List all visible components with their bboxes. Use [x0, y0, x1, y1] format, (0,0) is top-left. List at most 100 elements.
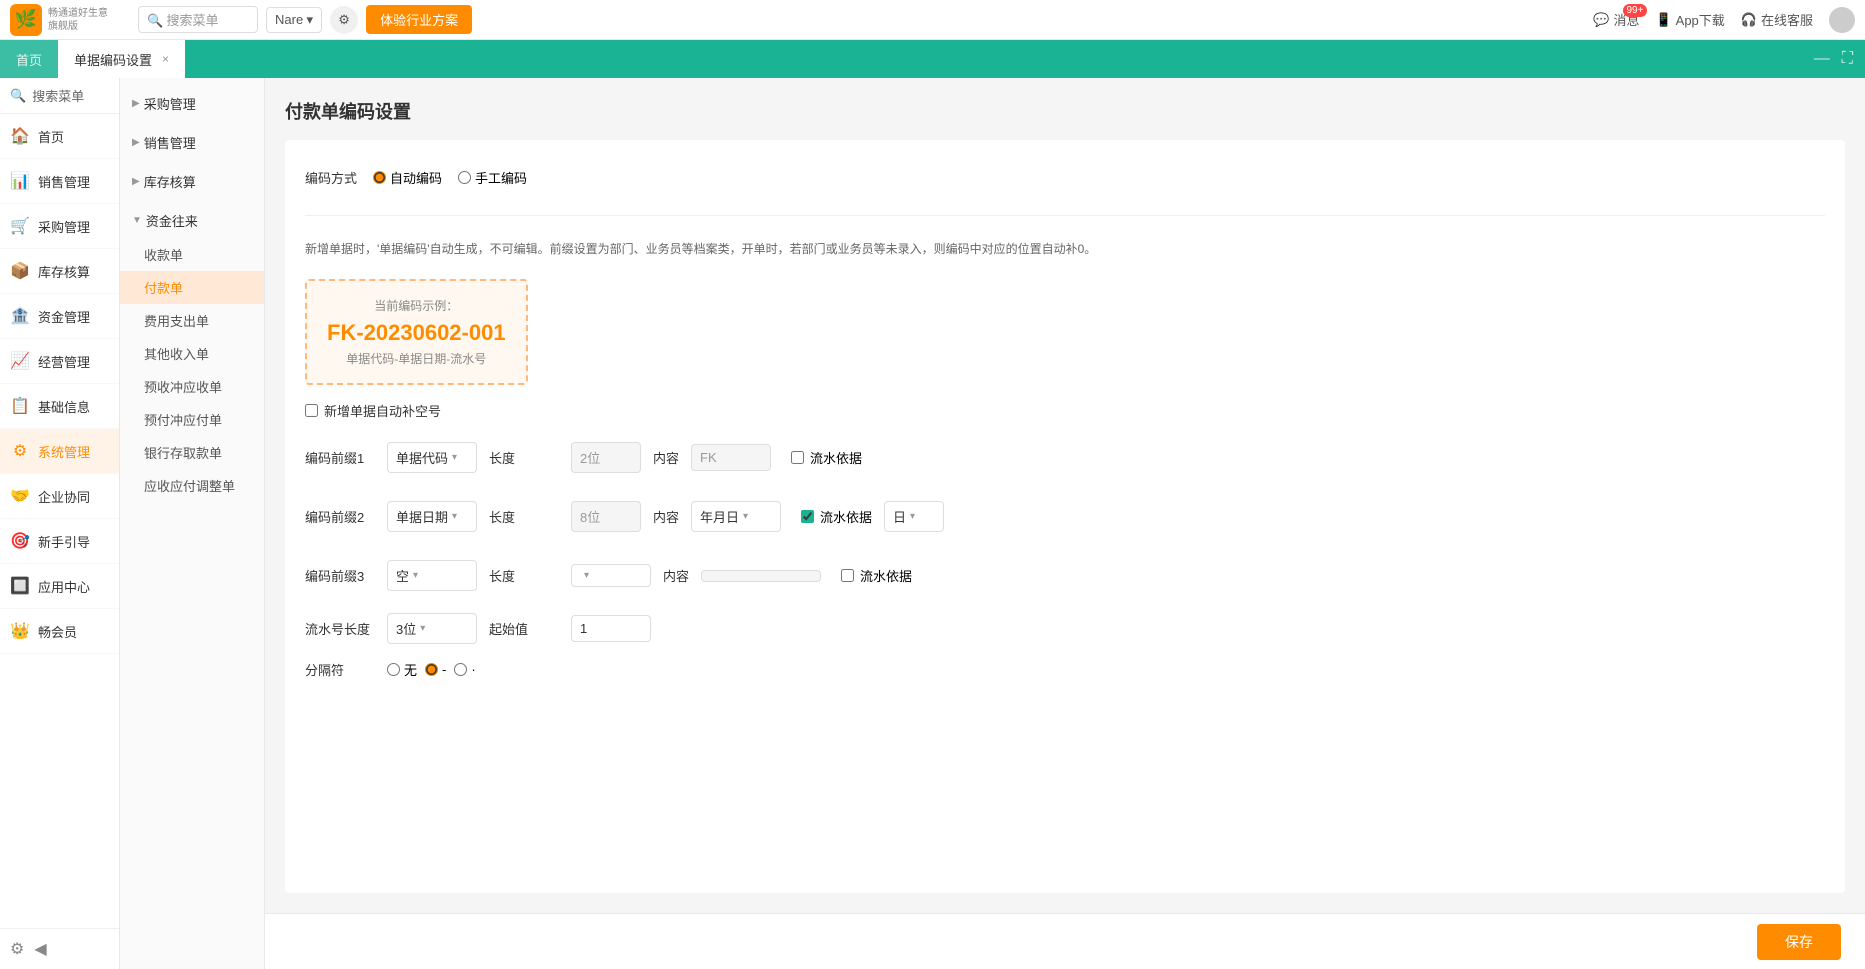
sub-group-sales-header[interactable]: ▶ 销售管理 — [120, 125, 264, 160]
sidebar-item-operation[interactable]: 📈 经营管理 — [0, 339, 119, 384]
trial-button[interactable]: 体验行业方案 — [366, 5, 472, 34]
prefix2-content-select[interactable]: 年月日 ▾ — [691, 501, 781, 532]
serial-row: 流水号长度 3位 ▾ 起始值 1 — [305, 613, 1825, 644]
manual-encode-option[interactable]: 手工编码 — [458, 168, 527, 187]
minimize-icon[interactable]: — — [1814, 50, 1830, 68]
sidebar-item-newbie[interactable]: 🎯 新手引导 — [0, 519, 119, 564]
chevron-down-icon: ▾ — [413, 570, 418, 581]
prefix3-content-value — [701, 570, 821, 582]
prefix2-period-select[interactable]: 日 ▾ — [884, 501, 944, 532]
sidebar-item-apps[interactable]: 🔲 应用中心 — [0, 564, 119, 609]
sub-item-pre-receivable[interactable]: 预收冲应收单 — [120, 370, 264, 403]
prefix2-watermark-label: 流水依据 — [820, 507, 872, 526]
sidebar-item-enterprise[interactable]: 🤝 企业协同 — [0, 474, 119, 519]
logo-sub: 旗舰版 — [48, 20, 108, 33]
settings-bottom-icon[interactable]: ⚙ — [10, 939, 24, 959]
top-header: 🌿 畅通道好生意 旗舰版 🔍 搜索菜单 Nare ▾ ⚙ 体验行业方案 💬 消息… — [0, 0, 1865, 40]
sub-group-capital-header[interactable]: ▼ 资金往来 — [120, 203, 264, 238]
serial-start-value: 1 — [580, 621, 587, 636]
prefix2-watermark-checkbox[interactable] — [801, 510, 814, 523]
search-icon: 🔍 — [10, 88, 26, 104]
collapse-icon[interactable]: ◀ — [34, 939, 46, 959]
maximize-icon[interactable]: ⛶ — [1842, 50, 1853, 68]
auto-encode-radio[interactable] — [373, 171, 386, 184]
left-sidebar: 🔍 搜索菜单 🏠 首页 📊 销售管理 🛒 采购管理 📦 库存核算 🏦 资金管理 … — [0, 78, 120, 969]
apps-icon: 🔲 — [10, 576, 30, 596]
sep-none-option[interactable]: 无 — [387, 660, 417, 679]
app-download-label: App下载 — [1676, 10, 1725, 29]
sidebar-item-basic[interactable]: 📋 基础信息 — [0, 384, 119, 429]
separator-label: 分隔符 — [305, 660, 375, 679]
serial-start-input[interactable]: 1 — [571, 615, 651, 642]
prefix1-watermark-checkbox[interactable] — [791, 451, 804, 464]
manual-encode-radio[interactable] — [458, 171, 471, 184]
sep-dash-option[interactable]: - — [425, 662, 446, 677]
prefix3-length-select[interactable]: ▾ — [571, 564, 651, 587]
prefix3-select[interactable]: 空 ▾ — [387, 560, 477, 591]
auto-fill-checkbox[interactable] — [305, 404, 318, 417]
tab-document-encoding[interactable]: 单据编码设置 × — [58, 40, 185, 78]
divider — [305, 215, 1825, 216]
sidebar-item-purchase[interactable]: 🛒 采购管理 — [0, 204, 119, 249]
chevron-right-icon: ▶ — [132, 176, 140, 187]
sidebar-item-fund[interactable]: 🏦 资金管理 — [0, 294, 119, 339]
sidebar-item-member-label: 畅会员 — [38, 622, 77, 641]
logo-area: 🌿 畅通道好生意 旗舰版 — [10, 4, 130, 36]
auto-encode-option[interactable]: 自动编码 — [373, 168, 442, 187]
sub-item-other-income[interactable]: 其他收入单 — [120, 337, 264, 370]
app-download-button[interactable]: 📱 App下载 — [1655, 10, 1724, 29]
serial-length-select[interactable]: 3位 ▾ — [387, 613, 477, 644]
inventory-icon: 📦 — [10, 261, 30, 281]
prefix3-watermark-checkbox[interactable] — [841, 569, 854, 582]
sidebar-item-member[interactable]: 👑 畅会员 — [0, 609, 119, 654]
tab-close-icon[interactable]: × — [162, 52, 169, 66]
serial-length-value: 3位 — [396, 619, 416, 638]
prefix3-value: 空 — [396, 566, 409, 585]
sidebar-item-home[interactable]: 🏠 首页 — [0, 114, 119, 159]
tab-home[interactable]: 首页 — [0, 40, 58, 78]
nav-dropdown[interactable]: Nare ▾ — [266, 7, 322, 33]
prefix1-content-label: 内容 — [653, 448, 679, 467]
separator-options: 无 - · — [387, 660, 476, 679]
header-search-box[interactable]: 🔍 搜索菜单 — [138, 6, 258, 33]
sub-group-inventory-header[interactable]: ▶ 库存核算 — [120, 164, 264, 199]
enterprise-icon: 🤝 — [10, 486, 30, 506]
sub-item-bank-deposit[interactable]: 银行存取款单 — [120, 436, 264, 469]
online-service-button[interactable]: 🎧 在线客服 — [1741, 10, 1813, 29]
prefix1-select[interactable]: 单据代码 ▾ — [387, 442, 477, 473]
encoding-radio-group: 自动编码 手工编码 — [373, 168, 527, 187]
code-example-sub: 单据代码-单据日期-流水号 — [346, 350, 486, 367]
sidebar-item-sales-label: 销售管理 — [38, 172, 90, 191]
message-badge: 99+ — [1623, 4, 1648, 17]
sidebar-item-sales[interactable]: 📊 销售管理 — [0, 159, 119, 204]
search-icon: 🔍 — [147, 13, 163, 28]
sidebar-search[interactable]: 🔍 搜索菜单 — [0, 78, 119, 114]
sub-item-ap-adjust[interactable]: 应收应付调整单 — [120, 469, 264, 502]
sub-item-pre-payable[interactable]: 预付冲应付单 — [120, 403, 264, 436]
sidebar-item-inventory[interactable]: 📦 库存核算 — [0, 249, 119, 294]
sep-dot-option[interactable]: · — [454, 662, 475, 677]
sep-dash-radio[interactable] — [425, 663, 438, 676]
prefix2-length-value: 8位 — [571, 501, 641, 532]
sub-group-capital-label: 资金往来 — [146, 211, 198, 230]
sub-group-sales: ▶ 销售管理 — [120, 125, 264, 160]
auto-fill-checkbox-row[interactable]: 新增单据自动补空号 — [305, 401, 1825, 420]
sub-group-purchase-header[interactable]: ▶ 采购管理 — [120, 86, 264, 121]
dropdown-label: Nare — [275, 12, 303, 27]
sep-none-radio[interactable] — [387, 663, 400, 676]
header-nav: 🔍 搜索菜单 Nare ▾ ⚙ 体验行业方案 — [138, 5, 1585, 34]
sub-item-payment[interactable]: 付款单 — [120, 271, 264, 304]
sep-none-label: 无 — [404, 660, 417, 679]
save-button[interactable]: 保存 — [1757, 924, 1841, 960]
sep-dot-radio[interactable] — [454, 663, 467, 676]
user-avatar[interactable] — [1829, 7, 1855, 33]
sidebar-item-system[interactable]: ⚙ 系统管理 — [0, 429, 119, 474]
sub-item-receipt[interactable]: 收款单 — [120, 238, 264, 271]
message-button[interactable]: 💬 消息 99+ — [1593, 10, 1639, 29]
prefix2-row: 编码前缀2 单据日期 ▾ 长度 8位 内容 年月日 ▾ 流水依据 — [305, 495, 1825, 538]
sub-item-expense[interactable]: 费用支出单 — [120, 304, 264, 337]
prefix2-select[interactable]: 单据日期 ▾ — [387, 501, 477, 532]
fund-icon: 🏦 — [10, 306, 30, 326]
home-icon: 🏠 — [10, 126, 30, 146]
settings-button[interactable]: ⚙ — [330, 6, 358, 34]
